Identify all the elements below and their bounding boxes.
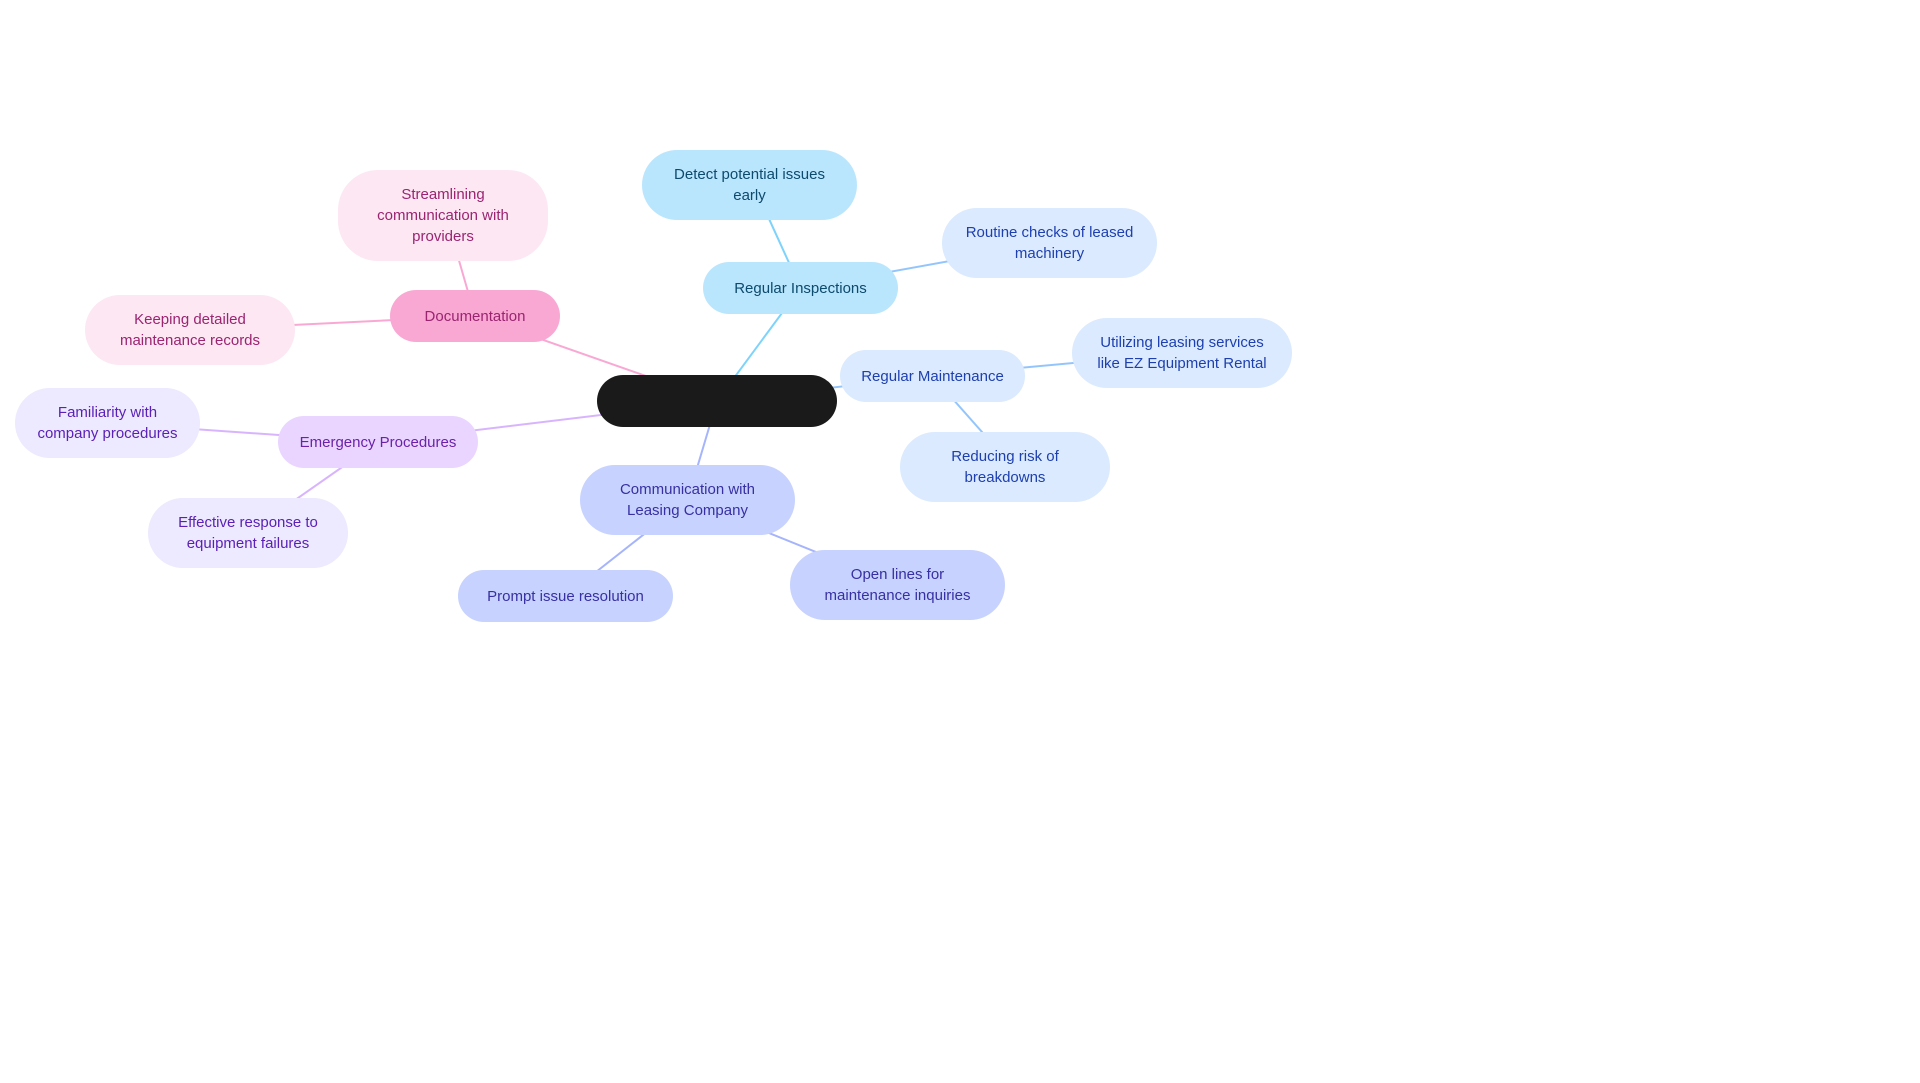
- reducing-risk-node[interactable]: Reducing risk of breakdowns: [900, 432, 1110, 502]
- streamlining-node[interactable]: Streamlining communication with provider…: [338, 170, 548, 261]
- effective-response-node[interactable]: Effective response to equipment failures: [148, 498, 348, 568]
- regular-maintenance-node[interactable]: Regular Maintenance: [840, 350, 1025, 402]
- detect-issues-node[interactable]: Detect potential issues early: [642, 150, 857, 220]
- documentation-node[interactable]: Documentation: [390, 290, 560, 342]
- routine-checks-node[interactable]: Routine checks of leased machinery: [942, 208, 1157, 278]
- communication-leasing-node[interactable]: Communication with Leasing Company: [580, 465, 795, 535]
- center-node[interactable]: [597, 375, 837, 427]
- emergency-node[interactable]: Emergency Procedures: [278, 416, 478, 468]
- prompt-issue-node[interactable]: Prompt issue resolution: [458, 570, 673, 622]
- keeping-records-node[interactable]: Keeping detailed maintenance records: [85, 295, 295, 365]
- utilizing-leasing-node[interactable]: Utilizing leasing services like EZ Equip…: [1072, 318, 1292, 388]
- familiarity-node[interactable]: Familiarity with company procedures: [15, 388, 200, 458]
- open-lines-node[interactable]: Open lines for maintenance inquiries: [790, 550, 1005, 620]
- regular-inspections-node[interactable]: Regular Inspections: [703, 262, 898, 314]
